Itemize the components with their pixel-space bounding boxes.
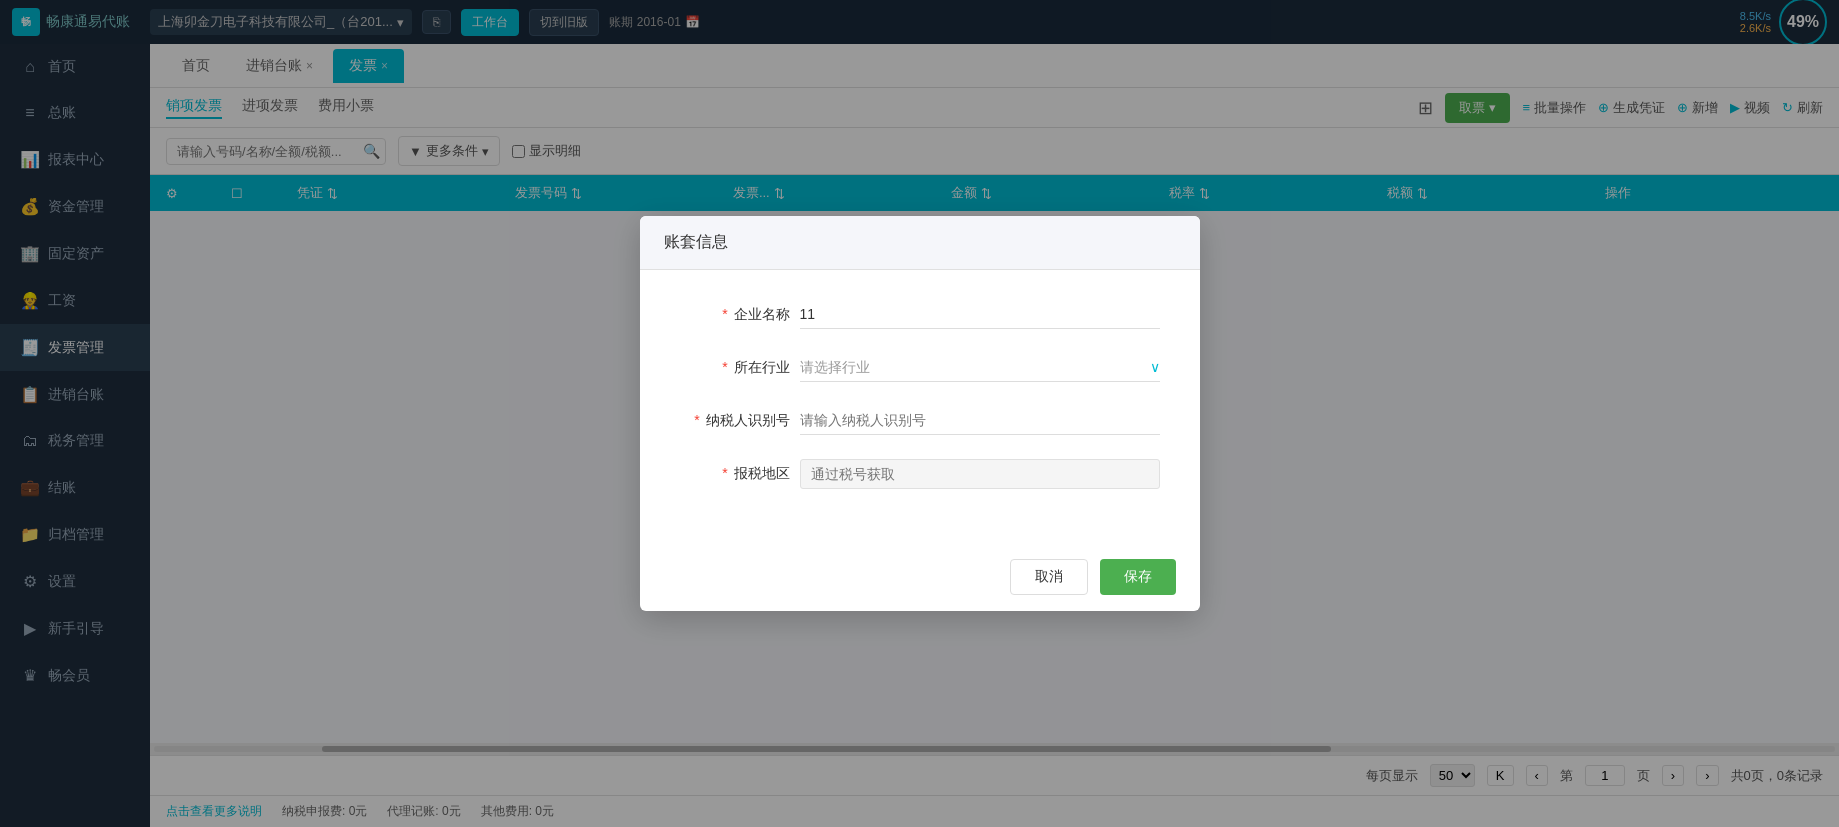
cancel-button[interactable]: 取消 <box>1010 559 1088 595</box>
company-name-row: * 企业名称 <box>680 300 1160 329</box>
tax-id-row: * 纳税人识别号 <box>680 406 1160 435</box>
company-name-label: * 企业名称 <box>680 306 800 324</box>
modal-overlay: 账套信息 * 企业名称 * 所在行业 请选择行业 <box>0 0 1839 827</box>
tax-region-input <box>800 459 1160 489</box>
tax-region-row: * 报税地区 <box>680 459 1160 489</box>
company-name-input[interactable] <box>800 300 1160 329</box>
tax-id-label: * 纳税人识别号 <box>680 412 800 430</box>
industry-select[interactable]: 请选择行业 <box>800 353 1150 381</box>
tax-region-label: * 报税地区 <box>680 465 800 483</box>
save-button[interactable]: 保存 <box>1100 559 1176 595</box>
tax-id-input[interactable] <box>800 406 1160 435</box>
company-name-label-text: 企业名称 <box>734 306 790 322</box>
tax-region-required: * <box>722 465 727 481</box>
industry-dropdown-icon: ∨ <box>1150 359 1160 375</box>
dialog-header: 账套信息 <box>640 216 1200 270</box>
dialog-title: 账套信息 <box>664 233 728 250</box>
industry-required: * <box>722 359 727 375</box>
industry-row: * 所在行业 请选择行业 ∨ <box>680 353 1160 382</box>
industry-label-text: 所在行业 <box>734 359 790 375</box>
tax-id-required: * <box>694 412 699 428</box>
industry-label: * 所在行业 <box>680 359 800 377</box>
dialog-body: * 企业名称 * 所在行业 请选择行业 ∨ <box>640 270 1200 543</box>
tax-region-label-text: 报税地区 <box>734 465 790 481</box>
industry-select-wrap: 请选择行业 ∨ <box>800 353 1160 382</box>
company-name-required: * <box>722 306 727 322</box>
dialog-footer: 取消 保存 <box>640 543 1200 611</box>
tax-id-label-text: 纳税人识别号 <box>706 412 790 428</box>
account-info-dialog: 账套信息 * 企业名称 * 所在行业 请选择行业 <box>640 216 1200 611</box>
